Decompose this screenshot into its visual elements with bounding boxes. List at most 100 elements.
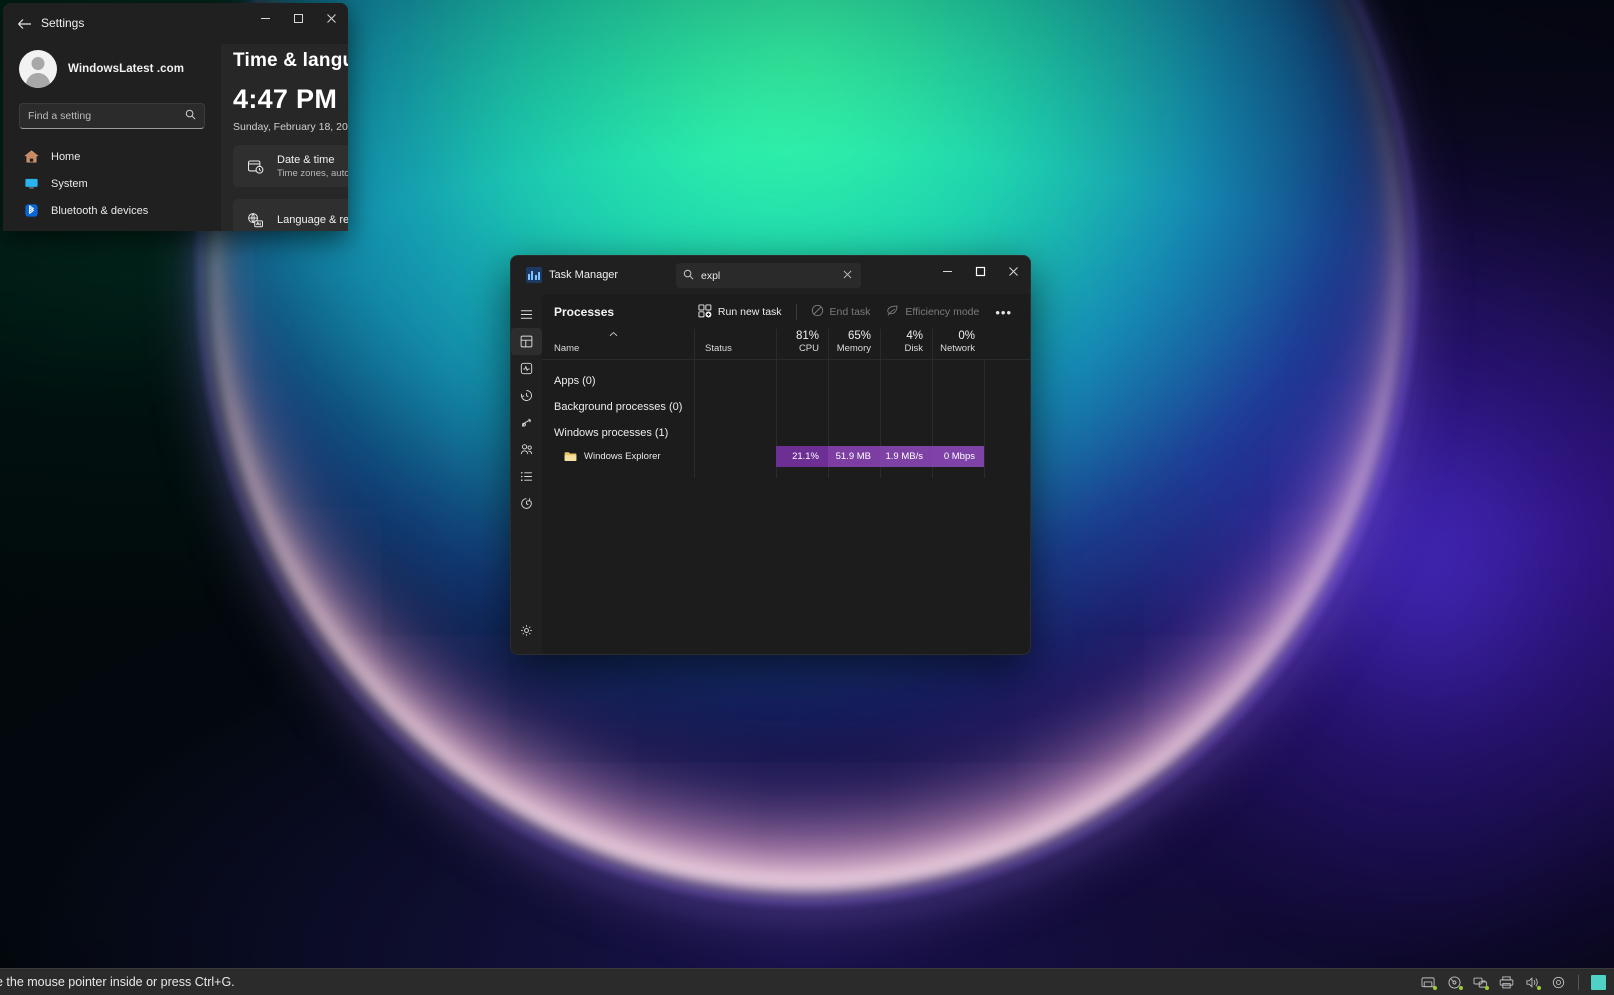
run-new-task-button[interactable]: Run new task bbox=[690, 299, 790, 325]
search-input[interactable]: expl bbox=[701, 270, 833, 282]
processes-page-title: Processes bbox=[554, 305, 690, 319]
settings-card-language-region[interactable]: Language & region bbox=[233, 199, 348, 231]
process-memory-cell: 51.9 MB bbox=[828, 446, 880, 467]
performance-icon[interactable] bbox=[511, 355, 542, 382]
printer-icon[interactable] bbox=[1497, 974, 1516, 991]
more-options-icon[interactable]: ••• bbox=[987, 305, 1020, 320]
vm-status-text: e the mouse pointer inside or press Ctrl… bbox=[0, 975, 235, 989]
sidebar-item-home[interactable]: Home bbox=[15, 143, 209, 170]
status-dot bbox=[1485, 986, 1489, 990]
column-header-label: Status bbox=[705, 343, 776, 354]
processes-table-header: Name Status 81% CPU 65% Memory 4% bbox=[542, 330, 1030, 360]
vm-status-bar[interactable]: e the mouse pointer inside or press Ctrl… bbox=[0, 968, 1614, 995]
minimize-button[interactable] bbox=[931, 256, 964, 286]
app-history-icon[interactable] bbox=[511, 382, 542, 409]
column-header-cpu[interactable]: 81% CPU bbox=[776, 329, 828, 359]
network-icon[interactable] bbox=[1471, 974, 1490, 991]
group-row-background-processes[interactable]: Background processes (0) bbox=[542, 394, 1030, 420]
process-name-cell: Windows Explorer bbox=[542, 451, 694, 462]
sidebar-item-label: System bbox=[51, 178, 88, 190]
column-summary: 81% bbox=[796, 330, 819, 343]
startup-apps-icon[interactable] bbox=[511, 409, 542, 436]
close-button[interactable] bbox=[315, 3, 348, 33]
column-header-memory[interactable]: 65% Memory bbox=[828, 329, 880, 359]
settings-card-title: Language & region bbox=[277, 214, 348, 226]
usb-icon[interactable] bbox=[1549, 974, 1568, 991]
sound-icon[interactable] bbox=[1523, 974, 1542, 991]
group-label: Windows processes (1) bbox=[554, 427, 668, 439]
column-header-status[interactable]: Status bbox=[694, 329, 776, 359]
language-icon bbox=[245, 210, 265, 230]
maximize-button[interactable] bbox=[964, 256, 997, 286]
column-summary: 0% bbox=[958, 330, 975, 343]
settings-titlebar[interactable]: Settings bbox=[3, 3, 348, 44]
column-header-name[interactable]: Name bbox=[542, 329, 694, 359]
status-dot bbox=[1433, 986, 1437, 990]
settings-card-subtitle: Time zones, automati bbox=[277, 168, 348, 179]
processes-table-body: Apps (0) Background processes (0) Window… bbox=[542, 360, 1030, 467]
services-icon[interactable] bbox=[511, 490, 542, 517]
users-icon[interactable] bbox=[511, 436, 542, 463]
close-button[interactable] bbox=[997, 256, 1030, 286]
column-summary: 65% bbox=[848, 330, 871, 343]
system-tray bbox=[1419, 974, 1614, 991]
column-header-label: Disk bbox=[905, 343, 923, 354]
settings-body: WindowsLatest .com Home bbox=[3, 44, 348, 231]
processes-table: Name Status 81% CPU 65% Memory 4% bbox=[542, 330, 1030, 655]
process-cpu-cell: 21.1% bbox=[776, 446, 828, 467]
table-row[interactable]: Windows Explorer 21.1% 51.9 MB 1.9 MB/s … bbox=[542, 446, 1030, 467]
folder-icon bbox=[564, 451, 577, 462]
group-label: Apps (0) bbox=[554, 375, 596, 387]
group-row-apps[interactable]: Apps (0) bbox=[542, 368, 1030, 394]
status-dot bbox=[1459, 986, 1463, 990]
task-manager-search-box[interactable]: expl bbox=[676, 263, 861, 288]
optical-disc-icon[interactable] bbox=[1445, 974, 1464, 991]
column-header-label: CPU bbox=[799, 343, 819, 354]
hamburger-menu-icon[interactable] bbox=[511, 301, 542, 328]
settings-main-pane: Time & langua 4:47 PM Sunday, February 1… bbox=[221, 44, 348, 231]
task-manager-content: Processes Run new task bbox=[542, 294, 1030, 655]
floppy-disk-icon[interactable] bbox=[1419, 974, 1438, 991]
sidebar-item-label: Bluetooth & devices bbox=[51, 205, 148, 217]
sidebar-item-system[interactable]: System bbox=[15, 170, 209, 197]
task-manager-titlebar[interactable]: Task Manager expl bbox=[511, 256, 1030, 294]
run-new-task-label: Run new task bbox=[718, 306, 782, 318]
settings-nav-list: Home System Bluetooth & devices bbox=[15, 143, 209, 224]
end-task-label: End task bbox=[830, 306, 871, 318]
end-task-button[interactable]: End task bbox=[803, 299, 879, 325]
process-network-cell: 0 Mbps bbox=[932, 446, 984, 467]
account-row[interactable]: WindowsLatest .com bbox=[15, 44, 209, 88]
processes-icon[interactable] bbox=[511, 328, 542, 355]
column-header-label: Network bbox=[940, 343, 975, 354]
details-icon[interactable] bbox=[511, 463, 542, 490]
efficiency-mode-button[interactable]: Efficiency mode bbox=[878, 299, 987, 325]
user-avatar-icon[interactable] bbox=[19, 50, 57, 88]
group-row-windows-processes[interactable]: Windows processes (1) bbox=[542, 420, 1030, 446]
close-icon[interactable] bbox=[840, 270, 854, 282]
settings-gear-icon[interactable] bbox=[511, 617, 542, 644]
back-arrow-icon[interactable] bbox=[13, 13, 35, 35]
group-label: Background processes (0) bbox=[554, 401, 682, 413]
search-input[interactable] bbox=[28, 110, 185, 122]
settings-window-controls bbox=[249, 3, 348, 33]
column-header-disk[interactable]: 4% Disk bbox=[880, 329, 932, 359]
settings-card-title: Date & time bbox=[277, 154, 348, 166]
column-header-network[interactable]: 0% Network bbox=[932, 329, 984, 359]
settings-window-title: Settings bbox=[41, 16, 84, 30]
efficiency-mode-label: Efficiency mode bbox=[905, 306, 979, 318]
process-disk-cell: 1.9 MB/s bbox=[880, 446, 932, 467]
notification-icon[interactable] bbox=[1589, 974, 1608, 991]
settings-window[interactable]: Settings WindowsLatest .com bbox=[3, 3, 348, 231]
minimize-button[interactable] bbox=[249, 3, 282, 33]
leaf-icon bbox=[886, 304, 899, 320]
settings-search-box[interactable] bbox=[19, 103, 205, 129]
calendar-clock-icon bbox=[245, 156, 265, 176]
page-title: Time & langua bbox=[233, 50, 348, 72]
status-dot bbox=[1537, 986, 1541, 990]
sidebar-item-bluetooth-devices[interactable]: Bluetooth & devices bbox=[15, 197, 209, 224]
settings-card-date-time[interactable]: Date & time Time zones, automati bbox=[233, 145, 348, 187]
task-manager-window[interactable]: Task Manager expl bbox=[510, 255, 1031, 655]
search-icon[interactable] bbox=[185, 109, 196, 123]
account-name: WindowsLatest .com bbox=[68, 63, 184, 75]
maximize-button[interactable] bbox=[282, 3, 315, 33]
